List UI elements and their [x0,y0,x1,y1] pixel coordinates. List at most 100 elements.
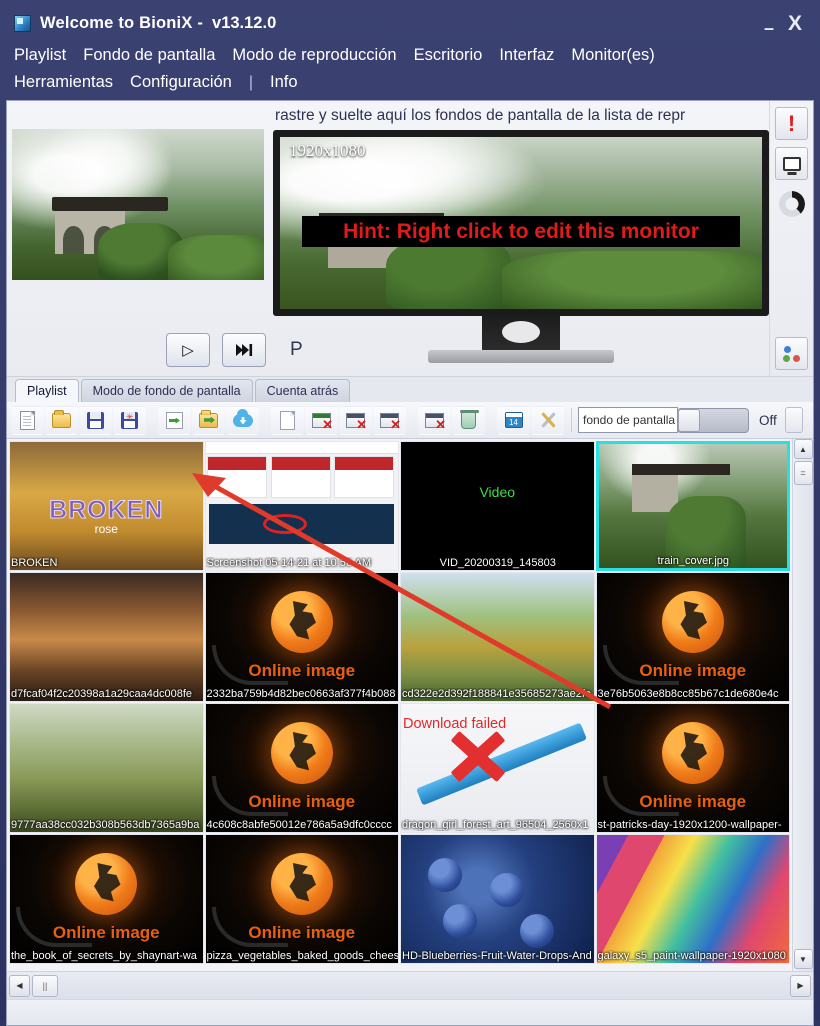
menu-item-interface[interactable]: Interfaz [499,46,554,65]
download-button[interactable] [226,405,259,435]
slider-thumb[interactable] [678,408,700,432]
delete-entry-button[interactable]: ✕ [418,405,451,435]
shot-card-1 [207,456,268,498]
shot-topbar [205,442,398,454]
blank-page-button[interactable] [271,405,304,435]
add-folder-button[interactable] [192,405,225,435]
thumbnail-cell[interactable]: Online image st-patricks-day-1920x1200-w… [595,703,790,833]
slider-state-label: Off [759,412,777,428]
thumbnail-caption: cd322e2d392f188841e35685273ae2fe [402,688,592,700]
menu-item-wallpaper[interactable]: Fondo de pantalla [83,46,215,65]
save-as-icon: ✳ [121,411,138,429]
tab-strip: Playlist Modo de fondo de pantalla Cuent… [7,376,813,402]
menu-item-playlist[interactable]: Playlist [14,46,66,65]
thumbnail-subtext: rose [94,522,118,536]
menu-row-2: Herramientas Configuración | Info [14,69,808,96]
menu-item-desktop[interactable]: Escritorio [414,46,483,65]
scroll-down-button[interactable]: ▼ [793,949,813,969]
thumbnail-caption: st-patricks-day-1920x1200-wallpaper- [597,819,782,831]
berry [427,858,462,893]
horizontal-scrollbar[interactable]: ◀ || ▶ [7,971,813,999]
thumbnail-cell[interactable]: d7fcaf04f2c20398a1a29caa4dc008fe [9,572,204,702]
current-wallpaper-image [12,129,264,280]
menu-separator: | [248,73,254,91]
new-playlist-button[interactable] [11,405,44,435]
thumbnail-cell[interactable]: Online image 2332ba759b4d82bec0663af377f… [204,572,399,702]
wallpaper-field[interactable]: fondo de pantalla [578,407,678,433]
thumbnail-cell[interactable]: cd322e2d392f188841e35685273ae2fe [400,572,595,702]
vertical-scroll-thumb[interactable]: = [793,461,813,485]
thumbnail-grid: BROKEN rose BROKEN Screenshot 05-14-21 a… [7,439,792,971]
toolbar-extra-button[interactable] [784,407,803,433]
tab-countdown[interactable]: Cuenta atrás [254,379,351,402]
thumbnail-cell[interactable]: galaxy_s5_paint-wallpaper-1920x1080 [595,834,790,964]
tools-button[interactable] [531,405,564,435]
menu-item-tools[interactable]: Herramientas [14,73,113,92]
thumbnail-caption: 4c608c8abfe50012e786a5a9dfc0cccc [206,819,392,831]
tab-playlist[interactable]: Playlist [15,379,79,402]
menu-item-settings[interactable]: Configuración [130,73,232,92]
next-wallpaper-button[interactable] [222,333,266,367]
monitor-hint-banner: Hint: Right click to edit this monitor [302,216,740,247]
menu-item-info[interactable]: Info [270,73,298,92]
menu-bar: Playlist Fondo de pantalla Modo de repro… [6,40,814,100]
scroll-up-button[interactable]: ▲ [793,439,813,459]
remove-all-button[interactable]: ✕ [373,405,406,435]
monitor-select-button[interactable] [775,147,808,180]
scroll-left-button[interactable]: ◀ [9,974,30,997]
import-button[interactable] [158,405,191,435]
train-viaduct [632,475,678,513]
download-cloud-icon [232,408,253,427]
train-body [632,463,731,475]
thumbnail-caption: VID_20200319_145803 [439,557,556,569]
new-playlist-icon [20,410,35,430]
save-button[interactable] [79,405,112,435]
playback-controls: ▷ P [7,324,813,376]
close-button[interactable]: X [788,13,802,34]
tab-wallpaper-mode[interactable]: Modo de fondo de pantalla [80,379,253,402]
remove-green-button[interactable]: ✕ [305,405,338,435]
thumbnail-caption: BROKEN [11,557,58,569]
monitor-foliage-1 [386,236,512,309]
app-icon [14,14,31,32]
thumbnail-cell-selected[interactable]: train_cover.jpg [595,441,790,571]
scroll-right-button[interactable]: ▶ [790,974,811,997]
save-icon [87,411,104,429]
berry [520,914,555,949]
thumbnail-cell[interactable]: 9777aa38cc032b308b563db7365a9ba [9,703,204,833]
shot-highlight-ellipse [263,514,308,534]
thumbnail-cell[interactable]: Online image 3e76b5063e8b8cc85b67c1de680… [595,572,790,702]
horizontal-scroll-thumb[interactable]: || [32,974,58,997]
thumbnail-cell[interactable]: HD-Blueberries-Fruit-Water-Drops-And [400,834,595,964]
play-button[interactable]: ▷ [166,333,210,367]
thumbnail-caption: HD-Blueberries-Fruit-Water-Drops-And [402,950,592,962]
open-folder-icon [52,409,71,428]
globe-icon [270,853,333,915]
open-folder-button[interactable] [45,405,78,435]
save-as-button[interactable]: ✳ [113,405,146,435]
remove-red-button[interactable]: ✕ [339,405,372,435]
thumbnail-cell[interactable]: Screenshot 05-14-21 at 10.56 AM [204,441,399,571]
minimize-button[interactable]: – [764,19,774,37]
menu-item-monitors[interactable]: Monitor(es) [571,46,654,65]
alert-button[interactable]: ! [775,107,808,140]
thumbnail-cell[interactable]: Download failed dragon_girl_forest_art_9… [400,703,595,833]
menu-item-playback-mode[interactable]: Modo de reproducción [232,46,396,65]
calendar-icon: 14 [504,412,523,428]
globe-icon [661,722,724,784]
thumbnail-cell[interactable]: Online image pizza_vegetables_baked_good… [204,834,399,964]
thumbnail-cell[interactable]: BROKEN rose BROKEN [9,441,204,571]
thumbnail-cell[interactable]: Online image 4c608c8abfe50012e786a5a9dfc… [204,703,399,833]
vertical-scrollbar[interactable]: ▲ = ▼ [792,439,813,971]
resolution-label: 1920x1080 [289,141,366,160]
thumbnail-cell[interactable]: Video VID_20200319_145803 [400,441,595,571]
tools-icon [539,411,557,429]
monitor-screen[interactable]: 1920x1080 Hint: Right click to edit this… [273,130,769,316]
thumbnail-cell[interactable]: Online image the_book_of_secrets_by_shay… [9,834,204,964]
calendar-button[interactable]: 14 [497,405,530,435]
thumbnail-grid-wrap: BROKEN rose BROKEN Screenshot 05-14-21 a… [7,439,813,971]
nodes-icon [782,345,801,362]
rail-settings-button[interactable] [775,337,808,370]
wallpaper-slider[interactable] [677,407,749,433]
recycle-bin-button[interactable] [452,405,485,435]
